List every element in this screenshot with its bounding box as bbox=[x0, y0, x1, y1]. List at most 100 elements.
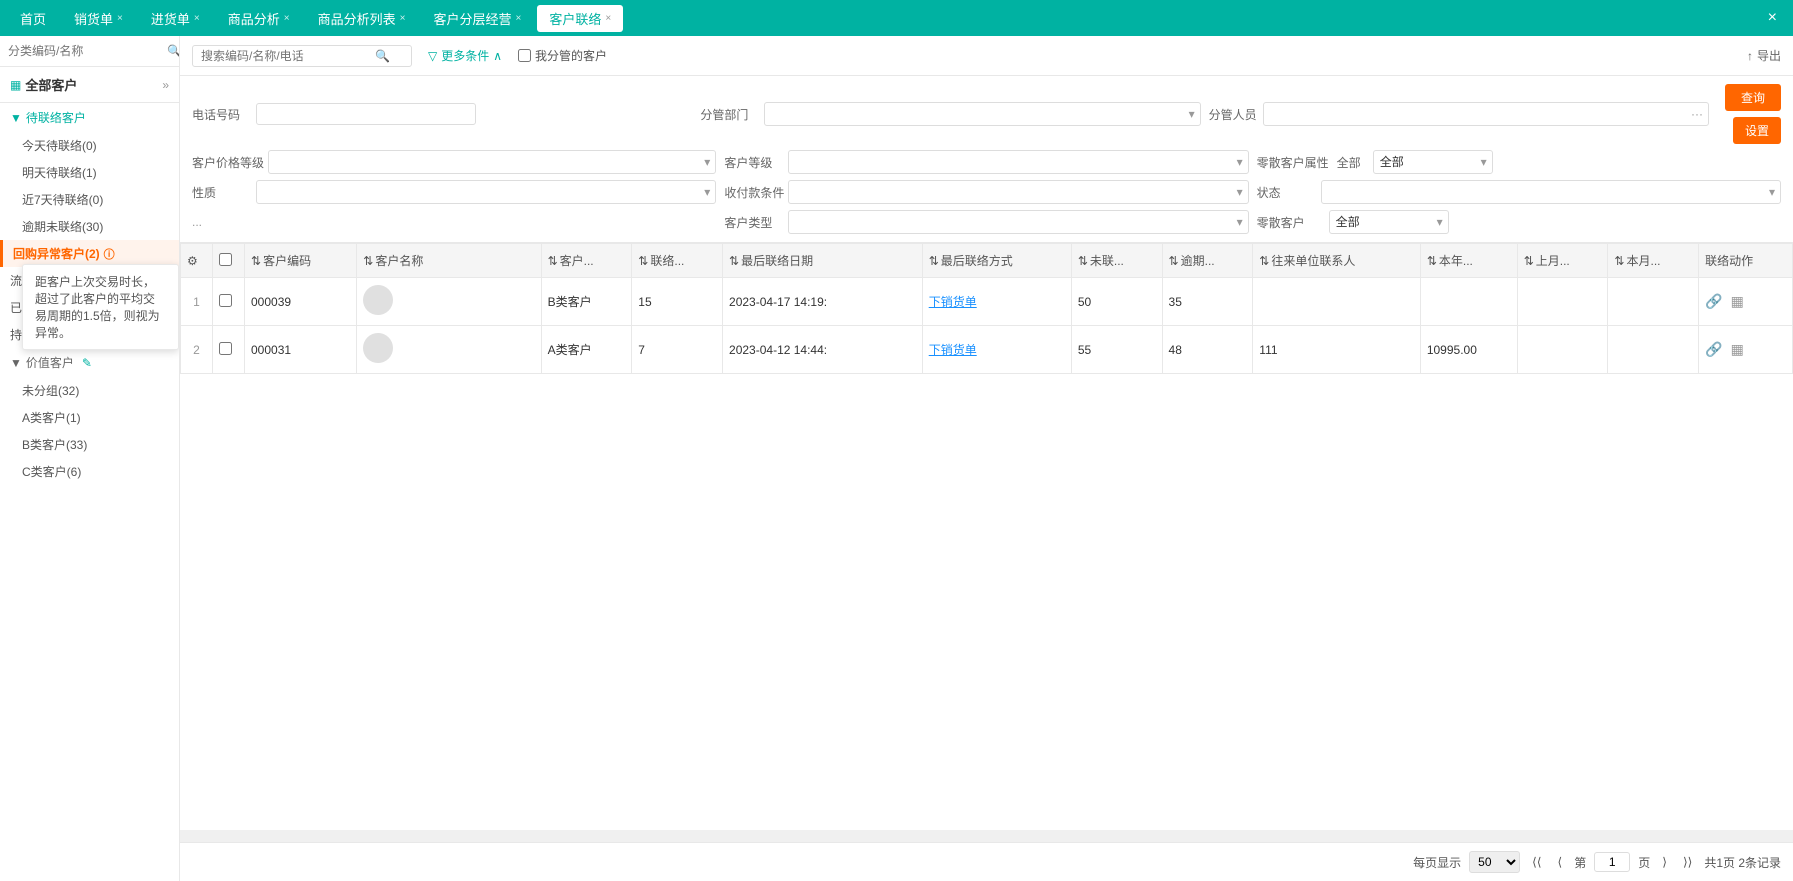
filter-select-scattered-attr[interactable]: 全部 bbox=[1373, 150, 1493, 174]
info-icon: ⓘ bbox=[104, 246, 115, 262]
search-input[interactable] bbox=[201, 49, 371, 63]
table-row: 2 000031 A类客户 7 2023-04-12 14:44: 下销货单 5… bbox=[181, 326, 1793, 374]
sidebar-item-b-class[interactable]: B类客户(33) bbox=[0, 431, 179, 458]
nav-customer-layered[interactable]: 客户分层经营 × bbox=[421, 5, 533, 32]
row-contacts: 111 bbox=[1253, 326, 1421, 374]
sidebar-item-c-class[interactable]: C类客户(6) bbox=[0, 458, 179, 485]
row-customer-type: B类客户 bbox=[541, 278, 632, 326]
row-code: 000039 bbox=[245, 278, 357, 326]
filter-select-person[interactable] bbox=[1263, 102, 1709, 126]
select-all-checkbox[interactable] bbox=[219, 253, 232, 266]
filter-select-dept-wrap: ▾ bbox=[764, 102, 1200, 126]
next-page-btn[interactable]: ⟩ bbox=[1658, 853, 1671, 871]
row-last-month bbox=[1517, 326, 1608, 374]
row-uncontacted: 50 bbox=[1071, 278, 1162, 326]
row-last-contact-date: 2023-04-17 14:19: bbox=[723, 278, 923, 326]
grid-icon: ▦ bbox=[10, 78, 21, 92]
nav-product-analysis[interactable]: 商品分析 × bbox=[216, 5, 302, 32]
th-contact-count: ⇅联络... bbox=[632, 244, 723, 278]
sidebar-group-value-customers[interactable]: ▼ 价值客户 ✎ bbox=[0, 348, 179, 377]
action-link-icon[interactable]: 🔗 bbox=[1705, 341, 1722, 358]
last-contact-method-link[interactable]: 下销货单 bbox=[929, 295, 977, 309]
filter-select-customer-level[interactable] bbox=[788, 150, 1248, 174]
per-page-select[interactable]: 10 20 50 100 bbox=[1469, 851, 1520, 873]
row-checkbox[interactable] bbox=[219, 294, 232, 307]
filter-label-payment: 收付款条件 bbox=[724, 184, 784, 201]
sort-icon-this-year: ⇅ bbox=[1427, 254, 1437, 268]
sidebar-item-tomorrow[interactable]: 明天待联络(1) bbox=[0, 159, 179, 186]
settings-button[interactable]: 设置 bbox=[1733, 117, 1781, 144]
action-link-icon[interactable]: 🔗 bbox=[1705, 293, 1722, 310]
filter-select-payment[interactable] bbox=[788, 180, 1248, 204]
filter-field-person: 分管人员 ··· bbox=[1209, 102, 1709, 126]
filter-label-scattered-customer: 零散客户 bbox=[1257, 214, 1317, 231]
action-grid-icon[interactable]: ▦ bbox=[1731, 293, 1744, 310]
triangle-down-icon2: ▼ bbox=[10, 356, 22, 370]
filter-select-customer-level-wrap: ▾ bbox=[788, 150, 1248, 174]
filter-label-customer-type: 客户类型 bbox=[724, 214, 784, 231]
prev-page-btn[interactable]: ⟨ bbox=[1554, 853, 1567, 871]
row-contacts bbox=[1253, 278, 1421, 326]
action-grid-icon[interactable]: ▦ bbox=[1731, 341, 1744, 358]
th-last-month: ⇅上月... bbox=[1517, 244, 1608, 278]
nav-sales-order[interactable]: 销货单 × bbox=[62, 5, 135, 32]
sidebar-item-a-class[interactable]: A类客户(1) bbox=[0, 404, 179, 431]
filter-field-customer-level: 客户等级 ▾ bbox=[724, 150, 1248, 174]
filter-select-status[interactable] bbox=[1321, 180, 1781, 204]
row-checkbox[interactable] bbox=[219, 342, 232, 355]
filter-actions: 查询 设置 bbox=[1725, 84, 1781, 144]
sort-icon-overdue: ⇅ bbox=[1169, 254, 1179, 268]
sort-icon-contacts: ⇅ bbox=[1259, 254, 1269, 268]
more-filter-btn[interactable]: ▽ 更多条件 ∧ bbox=[420, 44, 510, 67]
sidebar-item-ungroup[interactable]: 未分组(32) bbox=[0, 377, 179, 404]
filter-input-phone[interactable] bbox=[256, 103, 476, 125]
nav-customer-contact[interactable]: 客户联络 × bbox=[537, 5, 623, 32]
last-page-btn[interactable]: ⟩⟩ bbox=[1679, 853, 1696, 871]
table-header-row: ⚙ ⇅客户编码 ⇅客户名称 ⇅客户... ⇅联络... ⇅最后联络日期 ⇅最后联… bbox=[181, 244, 1793, 278]
sidebar-group-pending-contact[interactable]: ▼ 待联络客户 bbox=[0, 103, 179, 132]
sidebar-item-repurchase-abnormal[interactable]: 回购异常客户(2) ⓘ bbox=[0, 240, 179, 267]
filter-select-dept[interactable] bbox=[764, 102, 1200, 126]
sort-icon-this-month: ⇅ bbox=[1614, 254, 1624, 268]
th-type: ⇅客户... bbox=[541, 244, 632, 278]
nav-home[interactable]: 首页 bbox=[8, 5, 58, 32]
last-contact-method-link[interactable]: 下销货单 bbox=[929, 343, 977, 357]
total-pages-label: 页 bbox=[1638, 854, 1650, 871]
sort-icon-method: ⇅ bbox=[929, 254, 939, 268]
filter-select-scattered-customer-wrap: 全部 ▾ bbox=[1329, 210, 1449, 234]
nav-purchase-order[interactable]: 进货单 × bbox=[139, 5, 212, 32]
export-icon: ↑ bbox=[1747, 49, 1753, 63]
export-btn[interactable]: ↑ 导出 bbox=[1747, 47, 1781, 64]
my-customer-checkbox[interactable] bbox=[518, 49, 531, 62]
sidebar-search-input[interactable] bbox=[8, 44, 163, 58]
th-this-month: ⇅本月... bbox=[1608, 244, 1699, 278]
row-code: 000031 bbox=[245, 326, 357, 374]
sidebar-item-overdue[interactable]: 逾期未联络(30) bbox=[0, 213, 179, 240]
filter-select-price-level[interactable] bbox=[268, 150, 716, 174]
sidebar-item-7days[interactable]: 近7天待联络(0) bbox=[0, 186, 179, 213]
filter-icon: ▽ bbox=[428, 49, 437, 63]
first-page-btn[interactable]: ⟨⟨ bbox=[1528, 853, 1545, 871]
sidebar-item-today[interactable]: 今天待联络(0) bbox=[0, 132, 179, 159]
row-last-contact-method: 下销货单 bbox=[922, 278, 1071, 326]
nav-product-analysis-list[interactable]: 商品分析列表 × bbox=[306, 5, 418, 32]
settings-col-icon[interactable]: ⚙ bbox=[187, 254, 198, 268]
search-input-wrap: 🔍 bbox=[192, 45, 412, 67]
edit-icon[interactable]: ✎ bbox=[82, 356, 92, 370]
sidebar-search-icon[interactable]: 🔍 bbox=[167, 44, 180, 58]
th-overdue: ⇅逾期... bbox=[1162, 244, 1253, 278]
page-number-input[interactable] bbox=[1594, 852, 1630, 872]
th-actions: 联络动作 bbox=[1699, 244, 1793, 278]
filter-label-dept: 分管部门 bbox=[700, 106, 760, 123]
query-button[interactable]: 查询 bbox=[1725, 84, 1781, 111]
sort-icon-last-month: ⇅ bbox=[1524, 254, 1534, 268]
filter-select-nature[interactable] bbox=[256, 180, 716, 204]
pagination-bar: 每页显示 10 20 50 100 ⟨⟨ ⟨ 第 页 ⟩ ⟩⟩ 共1页 2条记录 bbox=[180, 842, 1793, 881]
filter-select-scattered-customer[interactable]: 全部 bbox=[1329, 210, 1449, 234]
close-all-btn[interactable]: × bbox=[1760, 9, 1785, 27]
filter-select-customer-type[interactable] bbox=[788, 210, 1248, 234]
filter-form: 电话号码 分管部门 ▾ 分管人员 ··· bbox=[180, 76, 1793, 243]
row-number: 2 bbox=[181, 326, 213, 374]
sidebar-collapse-icon[interactable]: » bbox=[162, 78, 169, 92]
horizontal-scrollbar[interactable] bbox=[180, 830, 1793, 842]
